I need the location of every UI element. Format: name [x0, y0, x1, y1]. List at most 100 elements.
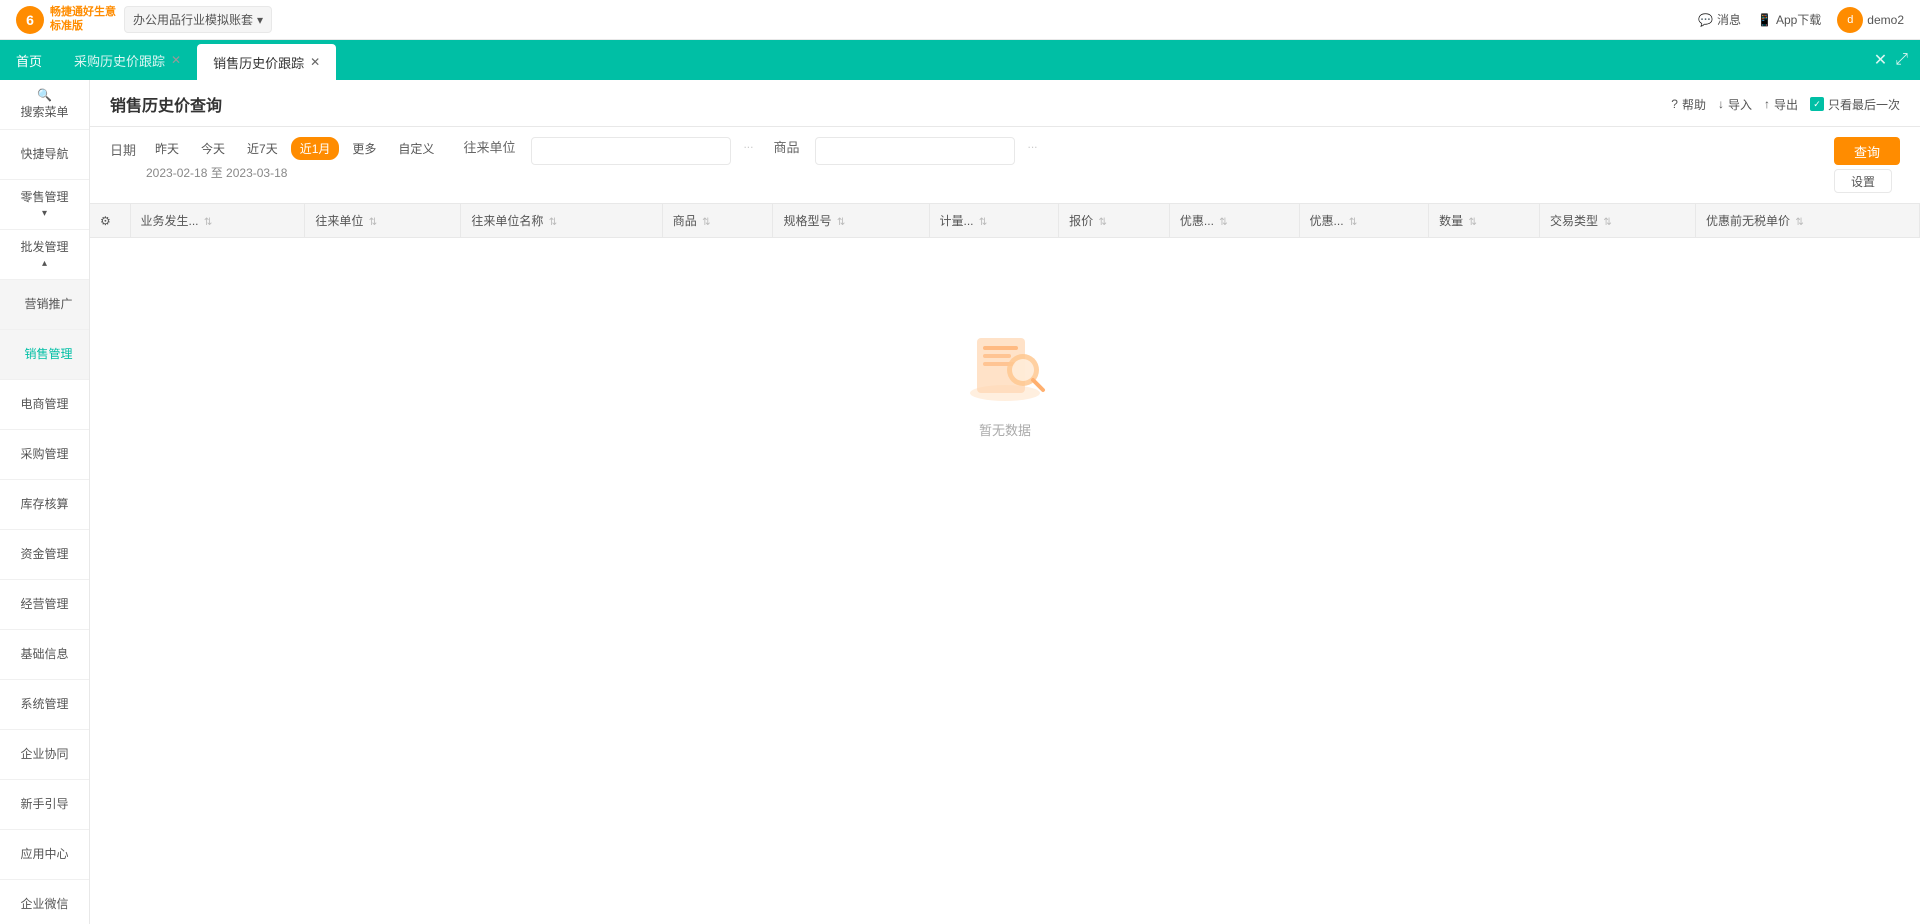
query-button[interactable]: 查询: [1834, 137, 1900, 165]
checkbox-icon: ✓: [1810, 97, 1824, 111]
sidebar-item-sales-mgmt[interactable]: 销售管理: [0, 330, 89, 380]
app-selector-label: 办公用品行业模拟账套: [133, 11, 253, 28]
filter-dates: 昨天 今天 近7天 近1月 更多 自定义 2023-02-18 至 2023-0…: [146, 137, 443, 181]
expand-icon[interactable]: ⤢: [1895, 51, 1908, 69]
sidebar-item-marketing[interactable]: 营销推广: [0, 280, 89, 330]
sidebar-item-label: 基础信息: [20, 647, 68, 663]
goods-input[interactable]: [815, 137, 1015, 165]
user-avatar-area[interactable]: d demo2: [1837, 7, 1904, 33]
sidebar-item-label: 快捷导航: [20, 147, 68, 163]
close-tab-sales[interactable]: ✕: [310, 56, 320, 68]
sidebar-item-label: 零售管理: [20, 190, 68, 206]
sort-icon: ⇅: [979, 217, 987, 228]
date-btn-more[interactable]: 更多: [343, 137, 385, 160]
app-download-action[interactable]: 📱 App下载: [1757, 11, 1821, 28]
tab-purchase-history[interactable]: 采购历史价跟踪 ✕: [58, 40, 197, 80]
date-btn-today[interactable]: 今天: [192, 137, 234, 160]
sidebar-item-label: 采购管理: [20, 447, 68, 463]
sort-icon: ⇅: [1099, 217, 1107, 228]
date-range-display: 2023-02-18 至 2023-03-18: [146, 164, 443, 181]
table-header: ⚙ 业务发生... ⇅ 往来单位 ⇅ 往来单位名称 ⇅: [90, 204, 1920, 238]
col-partner-name[interactable]: 往来单位名称 ⇅: [461, 204, 662, 238]
page-header: 销售历史价查询 ? 帮助 ↓ 导入 ↑ 导出 ✓: [90, 80, 1920, 127]
sidebar-item-label: 营销推广: [24, 297, 72, 313]
sidebar-item-quick-nav[interactable]: 快捷导航: [0, 130, 89, 180]
date-btn-custom[interactable]: 自定义: [389, 137, 443, 160]
import-icon: ↓: [1718, 97, 1724, 111]
search-icon: 🔍: [37, 88, 52, 102]
sidebar-item-label: 资金管理: [20, 547, 68, 563]
date-options: 昨天 今天 近7天 近1月 更多 自定义: [146, 137, 443, 160]
date-btn-last7[interactable]: 近7天: [238, 137, 287, 160]
partner-input[interactable]: [531, 137, 731, 165]
tab-home-label: 首页: [16, 51, 42, 70]
sidebar-item-finance-mgmt[interactable]: 资金管理: [0, 530, 89, 580]
tab-home[interactable]: 首页: [0, 40, 58, 80]
sidebar-item-system-mgmt[interactable]: 系统管理: [0, 680, 89, 730]
col-settings[interactable]: ⚙: [90, 204, 130, 238]
sidebar-item-enterprise-agreement[interactable]: 企业协同: [0, 730, 89, 780]
col-unit[interactable]: 计量... ⇅: [929, 204, 1059, 238]
col-trade-type[interactable]: 交易类型 ⇅: [1539, 204, 1695, 238]
col-discount1[interactable]: 优惠... ⇅: [1169, 204, 1299, 238]
partner-picker-icon[interactable]: ...: [743, 137, 753, 151]
sidebar-item-label: 经营管理: [20, 597, 68, 613]
sort-icon: ⇅: [1603, 217, 1611, 228]
date-label: 日期: [110, 137, 138, 165]
sidebar-item-label: 销售管理: [24, 347, 72, 363]
goods-picker-icon[interactable]: ...: [1027, 137, 1037, 151]
col-spec[interactable]: 规格型号 ⇅: [773, 204, 929, 238]
export-button[interactable]: ↑ 导出: [1764, 96, 1798, 113]
logo-icon: 6: [16, 6, 44, 34]
message-action[interactable]: 💬 消息: [1698, 11, 1741, 28]
empty-icon: [955, 318, 1055, 408]
filter-actions: 查询 设置: [1834, 137, 1900, 193]
sidebar-item-enterprise-wechat[interactable]: 企业微信: [0, 880, 89, 924]
sidebar-item-inventory[interactable]: 库存核算: [0, 480, 89, 530]
date-btn-last1m[interactable]: 近1月: [291, 137, 340, 160]
sidebar-item-operation-mgmt[interactable]: 经营管理: [0, 580, 89, 630]
sidebar-item-ecommerce-mgmt[interactable]: 电商管理: [0, 380, 89, 430]
tab-sales-history-label: 销售历史价跟踪: [213, 53, 304, 72]
sort-icon: ⇅: [837, 217, 845, 228]
sidebar-item-new-guide[interactable]: 新手引导: [0, 780, 89, 830]
table-area: ⚙ 业务发生... ⇅ 往来单位 ⇅ 往来单位名称 ⇅: [90, 204, 1920, 924]
col-discount2[interactable]: 优惠... ⇅: [1299, 204, 1429, 238]
col-goods[interactable]: 商品 ⇅: [662, 204, 773, 238]
only-last-toggle[interactable]: ✓ 只看最后一次: [1810, 96, 1900, 113]
sidebar-item-basic-info[interactable]: 基础信息: [0, 630, 89, 680]
col-quote[interactable]: 报价 ⇅: [1059, 204, 1170, 238]
help-icon: ?: [1671, 97, 1678, 111]
settings-icon[interactable]: ⚙: [100, 214, 111, 228]
sidebar-item-retail-mgmt[interactable]: 零售管理 ▾: [0, 180, 89, 230]
col-quantity[interactable]: 数量 ⇅: [1429, 204, 1540, 238]
close-all-tabs-icon[interactable]: ✕: [1874, 50, 1887, 70]
sort-icon: ⇅: [204, 217, 212, 228]
help-button[interactable]: ? 帮助: [1671, 96, 1706, 113]
import-button[interactable]: ↓ 导入: [1718, 96, 1752, 113]
sidebar: 🔍 搜索菜单 快捷导航 零售管理 ▾ 批发管理 ▴ 营销推广 销售管理 电商管理…: [0, 80, 90, 924]
top-bar: 6 畅捷通好生意 标准版 办公用品行业模拟账套 ▾ 💬 消息 📱 App下载 d…: [0, 0, 1920, 40]
empty-text: 暂无数据: [979, 420, 1031, 439]
col-biz-date[interactable]: 业务发生... ⇅: [130, 204, 305, 238]
sidebar-item-wholesale-mgmt[interactable]: 批发管理 ▴: [0, 230, 89, 280]
message-icon: 💬: [1698, 13, 1713, 27]
tab-expand-area: ✕ ⤢: [1874, 50, 1920, 70]
date-btn-yesterday[interactable]: 昨天: [146, 137, 188, 160]
goods-label: 商品: [773, 137, 799, 156]
sidebar-item-label: 应用中心: [20, 847, 68, 863]
settings-button[interactable]: 设置: [1834, 169, 1892, 193]
sidebar-item-app-center[interactable]: 应用中心: [0, 830, 89, 880]
sidebar-item-search[interactable]: 🔍 搜索菜单: [0, 80, 89, 130]
app-selector[interactable]: 办公用品行业模拟账套 ▾: [124, 6, 272, 33]
filter-partner-group: 往来单位 ...: [463, 137, 753, 165]
export-icon: ↑: [1764, 97, 1770, 111]
sidebar-item-purchase-mgmt[interactable]: 采购管理: [0, 430, 89, 480]
top-bar-right: 💬 消息 📱 App下载 d demo2: [1698, 7, 1904, 33]
col-partner-code[interactable]: 往来单位 ⇅: [305, 204, 461, 238]
col-price-notax[interactable]: 优惠前无税单价 ⇅: [1695, 204, 1919, 238]
empty-state: 暂无数据: [90, 238, 1920, 519]
sidebar-item-label: 系统管理: [20, 697, 68, 713]
close-tab-purchase[interactable]: ✕: [171, 54, 181, 66]
tab-sales-history[interactable]: 销售历史价跟踪 ✕: [197, 44, 336, 80]
